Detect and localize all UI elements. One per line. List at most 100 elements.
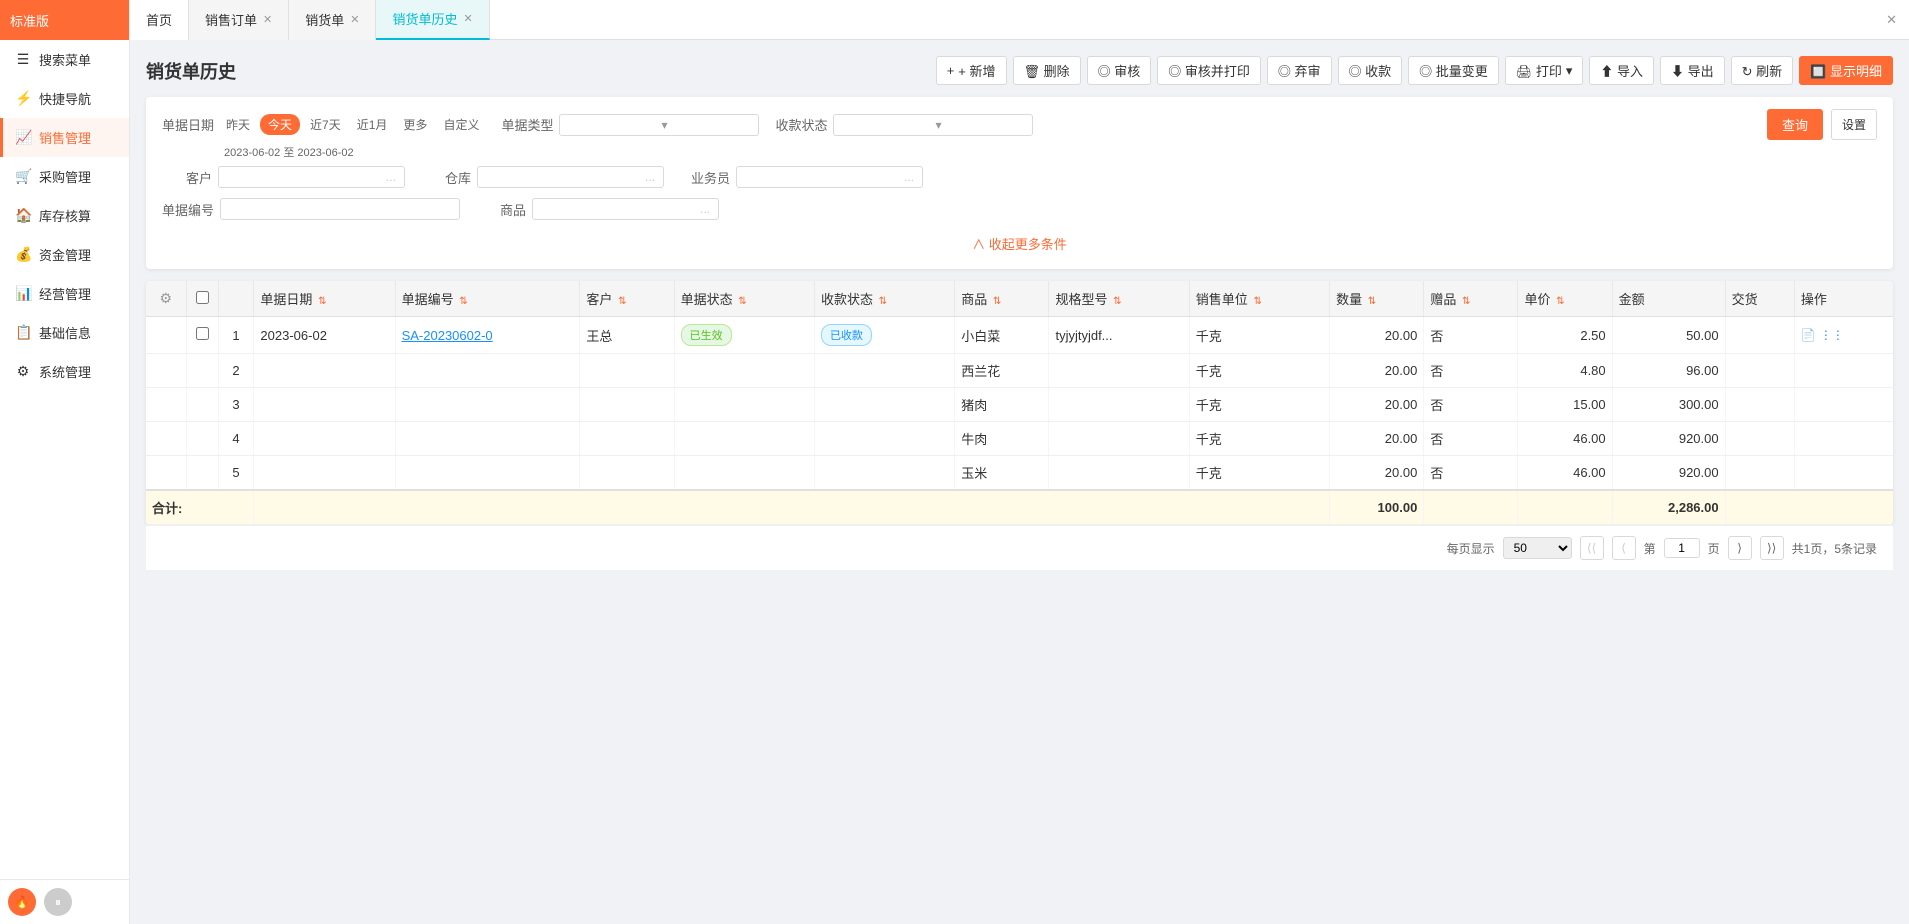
date-preset-custom[interactable]: 自定义 — [437, 114, 485, 135]
collapse-button[interactable]: ∧ 收起更多条件 — [162, 230, 1877, 257]
sidebar-pause-icon[interactable]: ⏸ — [44, 888, 72, 916]
th-doc-no[interactable]: 单据编号 ⇅ — [395, 281, 580, 317]
tab-sales-order[interactable]: 销售订单 ✕ — [189, 0, 289, 40]
th-unit-price[interactable]: 单价 ⇅ — [1518, 281, 1612, 317]
row-doc-no-link[interactable]: SA-20230602-0 — [402, 328, 493, 343]
row-amount: 300.00 — [1612, 388, 1725, 422]
row-settings — [146, 354, 186, 388]
row-spec — [1049, 422, 1189, 456]
row-checkbox-cell — [186, 422, 218, 456]
doc-no-input[interactable] — [229, 202, 451, 216]
row-unit-price: 15.00 — [1518, 388, 1612, 422]
row-unit: 千克 — [1189, 388, 1329, 422]
tab-sales-history[interactable]: 销货单历史 ✕ — [376, 0, 489, 40]
warehouse-more-icon[interactable]: ... — [645, 170, 655, 184]
row-action-view[interactable]: 📄 — [1801, 328, 1816, 342]
th-doc-status[interactable]: 单据状态 ⇅ — [674, 281, 814, 317]
sidebar-item-sales-mgmt[interactable]: 📈 销售管理 — [0, 118, 129, 157]
row-doc-status — [674, 388, 814, 422]
unit-price-sort-icon: ⇅ — [1556, 296, 1564, 307]
sidebar-item-purchase-mgmt[interactable]: 🛒 采购管理 — [0, 157, 129, 196]
date-preset-today[interactable]: 今天 — [260, 114, 300, 135]
add-button[interactable]: + + 新增 — [936, 56, 1007, 85]
row-doc-date — [254, 388, 395, 422]
receive-button[interactable]: ◎ 收款 — [1338, 56, 1403, 85]
row-checkbox[interactable] — [196, 327, 209, 340]
warehouse-input[interactable] — [486, 170, 641, 184]
row-checkbox-cell — [186, 456, 218, 491]
row-number: 5 — [218, 456, 254, 491]
th-gift[interactable]: 赠品 ⇅ — [1424, 281, 1518, 317]
first-page-btn[interactable]: ⟨⟨ — [1580, 536, 1604, 560]
doc-type-select[interactable]: ▾ — [559, 114, 759, 136]
sidebar-item-quick-nav[interactable]: ⚡ 快捷导航 — [0, 79, 129, 118]
salesperson-more-icon[interactable]: ... — [904, 170, 914, 184]
abandon-button[interactable]: ◎ 弃审 — [1267, 56, 1332, 85]
row-settings — [146, 422, 186, 456]
th-customer[interactable]: 客户 ⇅ — [580, 281, 674, 317]
tab-sales-goods[interactable]: 销货单 ✕ — [289, 0, 376, 40]
row-amount: 50.00 — [1612, 317, 1725, 354]
batch-change-button[interactable]: ◎ 批量变更 — [1408, 56, 1499, 85]
date-preset-7days[interactable]: 近7天 — [304, 114, 347, 135]
last-page-btn[interactable]: ⟩⟩ — [1760, 536, 1784, 560]
row-settings — [146, 388, 186, 422]
next-page-btn[interactable]: ⟩ — [1728, 536, 1752, 560]
tab-sales-goods-close[interactable]: ✕ — [350, 13, 359, 26]
sidebar-fire-icon[interactable]: 🔥 — [8, 888, 36, 916]
customer-input[interactable] — [227, 170, 382, 184]
show-detail-button[interactable]: 🔲 显示明细 — [1799, 56, 1893, 85]
sidebar-item-inventory[interactable]: 🏠 库存核算 — [0, 196, 129, 235]
date-preset-yesterday[interactable]: 昨天 — [220, 114, 256, 135]
summary-quantity: 100.00 — [1330, 490, 1424, 525]
audit-button[interactable]: ◎ 审核 — [1087, 56, 1152, 85]
customer-more-icon[interactable]: ... — [386, 170, 396, 184]
th-unit-label: 销售单位 — [1196, 292, 1248, 307]
row-amount: 920.00 — [1612, 456, 1725, 491]
table-settings-icon[interactable]: ⚙ — [159, 290, 172, 306]
tab-sales-order-close[interactable]: ✕ — [263, 13, 272, 26]
row-spec — [1049, 388, 1189, 422]
date-preset-1month[interactable]: 近1月 — [351, 114, 394, 135]
warehouse-input-wrapper: ... — [477, 166, 664, 188]
th-quantity[interactable]: 数量 ⇅ — [1330, 281, 1424, 317]
goods-more-icon[interactable]: ... — [700, 202, 710, 216]
tab-sales-history-close[interactable]: ✕ — [464, 12, 473, 25]
print-button[interactable]: 🖨 打印 ▾ — [1505, 56, 1584, 85]
per-page-select[interactable]: 50 100 200 — [1503, 537, 1572, 559]
page-number-input[interactable] — [1664, 538, 1700, 558]
goods-input[interactable] — [541, 202, 696, 216]
sidebar-item-ops-mgmt[interactable]: 📊 经营管理 — [0, 274, 129, 313]
salesperson-input[interactable] — [745, 170, 900, 184]
sidebar-item-finance-mgmt[interactable]: 💰 资金管理 — [0, 235, 129, 274]
delete-button[interactable]: 🗑 删除 — [1013, 56, 1081, 85]
row-doc-no — [395, 388, 580, 422]
export-button[interactable]: ⬇ 导出 — [1660, 56, 1725, 85]
row-action-more[interactable]: ⋮⋮ — [1820, 328, 1844, 342]
th-doc-date[interactable]: 单据日期 ⇅ — [254, 281, 395, 317]
row-customer — [580, 422, 674, 456]
import-button[interactable]: ⬆ 导入 — [1589, 56, 1654, 85]
close-all-tabs[interactable]: ✕ — [1886, 12, 1897, 28]
settings-button[interactable]: 设置 — [1831, 109, 1877, 140]
audit-print-button[interactable]: ◎ 审核并打印 — [1157, 56, 1261, 85]
sidebar-item-basic-info[interactable]: 📋 基础信息 — [0, 313, 129, 352]
date-preset-more[interactable]: 更多 — [397, 114, 433, 135]
sidebar-item-search-menu[interactable]: ☰ 搜索菜单 — [0, 40, 129, 79]
prev-page-btn[interactable]: ⟨ — [1612, 536, 1636, 560]
th-spec[interactable]: 规格型号 ⇅ — [1049, 281, 1189, 317]
th-payment-status[interactable]: 收款状态 ⇅ — [814, 281, 954, 317]
select-all-checkbox[interactable] — [196, 291, 209, 304]
tab-home[interactable]: 首页 — [130, 0, 189, 40]
th-transaction-label: 交货 — [1732, 292, 1758, 307]
sidebar-bottom: 🔥 ⏸ — [0, 879, 129, 924]
payment-status-label: 收款状态 — [775, 115, 827, 134]
th-unit[interactable]: 销售单位 ⇅ — [1189, 281, 1329, 317]
row-doc-date — [254, 354, 395, 388]
sidebar-item-sys-mgmt[interactable]: ⚙ 系统管理 — [0, 352, 129, 391]
query-button[interactable]: 查询 — [1767, 109, 1823, 140]
refresh-button[interactable]: ↻ 刷新 — [1731, 56, 1794, 85]
row-transaction — [1725, 317, 1794, 354]
payment-status-select[interactable]: ▾ — [833, 114, 1033, 136]
th-goods[interactable]: 商品 ⇅ — [955, 281, 1049, 317]
